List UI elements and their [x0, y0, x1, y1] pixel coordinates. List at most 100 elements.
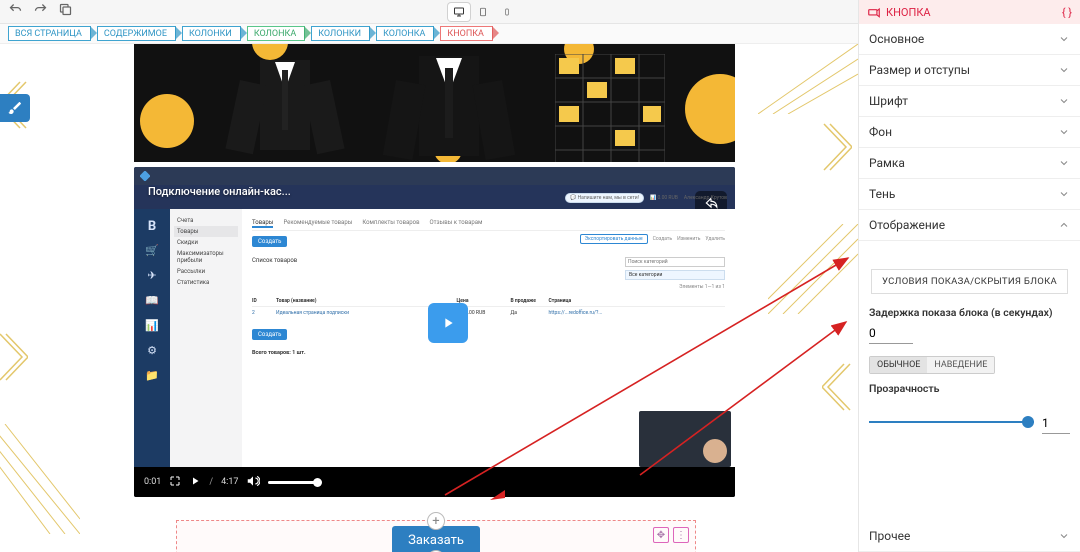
device-phone[interactable]	[496, 3, 518, 21]
crumb-col2[interactable]: КОЛОНКА	[376, 26, 434, 41]
diamond-icon	[140, 171, 150, 181]
crumb-cols1[interactable]: КОЛОНКИ	[182, 26, 241, 41]
side-item[interactable]: Рассылки	[174, 266, 238, 277]
td[interactable]: Идеальная страница подписки	[276, 310, 453, 316]
delay-input[interactable]	[869, 323, 913, 344]
tool-create[interactable]: Создать	[653, 236, 672, 242]
chevron-down-icon	[1058, 95, 1070, 107]
nav-book-icon[interactable]: 📖	[145, 294, 159, 308]
section-font[interactable]: Шрифт	[859, 86, 1080, 117]
properties-panel: КНОПКА { } Основное Размер и отступы Шри…	[858, 0, 1080, 552]
seg-normal[interactable]: ОБЫЧНОЕ	[870, 357, 927, 373]
counter: Элементы 1—1 из 1	[252, 284, 725, 290]
play-button[interactable]	[428, 303, 468, 343]
move-handle-icon[interactable]: ✥	[653, 527, 669, 543]
td: Да	[511, 310, 545, 316]
device-desktop[interactable]	[448, 3, 470, 21]
export-button[interactable]: Экспортировать данные	[580, 234, 648, 244]
section-other[interactable]: Прочее	[859, 521, 1080, 552]
side-item[interactable]: Скидки	[174, 237, 238, 248]
chevron-down-icon	[1058, 126, 1070, 138]
chat-pill[interactable]: 💬 Напишите нам, мы в сети!	[565, 193, 644, 203]
code-icon[interactable]: { }	[1062, 6, 1072, 19]
section-display[interactable]: Отображение	[859, 210, 1080, 241]
fullscreen-icon[interactable]	[169, 475, 181, 490]
video-player: Подключение онлайн-кас... B 🛒 ✈ 📖 📊 ⚙ 📁 …	[134, 167, 735, 497]
device-switcher	[73, 3, 892, 21]
tab[interactable]: Отзывы к товарам	[430, 219, 483, 228]
editor-canvas: Подключение онлайн-кас... B 🛒 ✈ 📖 📊 ⚙ 📁 …	[0, 44, 858, 552]
side-item[interactable]: Максимизаторы прибыли	[174, 248, 238, 266]
undo-icon[interactable]	[8, 2, 23, 21]
tool-delete[interactable]: Удалить	[705, 236, 725, 242]
video-title: Подключение онлайн-кас...	[148, 185, 291, 198]
side-item[interactable]: Товары	[174, 226, 238, 237]
td: 2	[252, 310, 272, 316]
device-tablet[interactable]	[472, 3, 494, 21]
nav-send-icon[interactable]: ✈	[145, 269, 159, 283]
all-categories[interactable]: Все категории	[625, 270, 725, 280]
section-size[interactable]: Размер и отступы	[859, 55, 1080, 86]
nav-gear-icon[interactable]: ⚙	[145, 344, 159, 358]
th: Товар (название)	[276, 298, 453, 304]
tab[interactable]: Товары	[252, 219, 273, 228]
crumb-cols2[interactable]: КОЛОНКИ	[311, 26, 370, 41]
crumb-button[interactable]: КНОПКА	[440, 26, 492, 41]
section-bg[interactable]: Фон	[859, 117, 1080, 148]
crumb-content[interactable]: СОДЕРЖИМОЕ	[97, 26, 176, 41]
tab[interactable]: Рекомендуемые товары	[283, 219, 352, 228]
th: ID	[252, 298, 272, 304]
nav-cart-icon[interactable]: 🛒	[145, 244, 159, 258]
chevron-down-icon	[1058, 64, 1070, 76]
user-name[interactable]: Александр Крутов	[684, 195, 727, 201]
redo-icon[interactable]	[33, 2, 48, 21]
balance: 📊 0.00 RUB	[650, 195, 678, 201]
td[interactable]: https://...redoffice.ru/?...	[549, 310, 726, 316]
side-item[interactable]: Статистика	[174, 277, 238, 288]
add-above-icon[interactable]: +	[427, 512, 445, 530]
list-title: Список товаров	[252, 257, 297, 280]
side-item[interactable]: Счета	[174, 215, 238, 226]
opacity-input[interactable]	[1042, 413, 1070, 434]
seg-hover[interactable]: НАВЕДЕНИЕ	[927, 357, 994, 373]
crumb-col1[interactable]: КОЛОНКА	[247, 26, 305, 41]
volume-slider[interactable]	[268, 481, 318, 484]
copy-icon[interactable]	[58, 2, 73, 21]
nav-logo-icon[interactable]: B	[145, 219, 159, 233]
tool-edit[interactable]: Изменить	[677, 236, 700, 242]
play-icon[interactable]	[189, 475, 201, 490]
main-tabs: Товары Рекомендуемые товары Комплекты то…	[252, 217, 725, 231]
opacity-label: Прозрачность	[869, 382, 1070, 395]
selected-button-frame[interactable]: + Заказать + ✥ ⋮	[176, 520, 696, 552]
tab[interactable]: Комплекты товаров	[362, 219, 419, 228]
section-shadow[interactable]: Тень	[859, 179, 1080, 210]
conditions-button[interactable]: УСЛОВИЯ ПОКАЗА/СКРЫТИЯ БЛОКА	[871, 269, 1068, 294]
presenter-camera	[639, 411, 731, 467]
button-icon	[867, 5, 881, 19]
create-button-2[interactable]: Создать	[252, 329, 287, 340]
panel-title: КНОПКА	[886, 6, 931, 19]
chevron-down-icon	[1058, 530, 1070, 542]
create-button[interactable]: Создать	[252, 236, 287, 247]
app-sidebar: Счета Товары Скидки Максимизаторы прибыл…	[170, 209, 242, 467]
app-nav-rail: B 🛒 ✈ 📖 📊 ⚙ 📁	[134, 209, 170, 467]
total: Всего товаров: 1 шт.	[252, 350, 725, 356]
chevron-down-icon	[1058, 33, 1070, 45]
opacity-slider[interactable]	[869, 421, 1034, 423]
section-main[interactable]: Основное	[859, 24, 1080, 55]
chevron-down-icon	[1058, 157, 1070, 169]
video-browser-tabs	[134, 167, 735, 185]
paint-tool[interactable]	[0, 94, 30, 122]
state-segment[interactable]: ОБЫЧНОЕ НАВЕДЕНИЕ	[869, 356, 995, 374]
hero-banner	[134, 44, 735, 162]
more-icon[interactable]: ⋮	[673, 527, 689, 543]
volume-icon[interactable]	[246, 474, 260, 491]
chevron-up-icon	[1058, 219, 1070, 231]
video-controls: 0:01 / 4:17	[134, 467, 735, 497]
crumb-page[interactable]: ВСЯ СТРАНИЦА	[8, 26, 91, 41]
nav-folder-icon[interactable]: 📁	[145, 369, 159, 383]
nav-chart-icon[interactable]: 📊	[145, 319, 159, 333]
section-border[interactable]: Рамка	[859, 148, 1080, 179]
time-current: 0:01	[144, 477, 161, 487]
search-input[interactable]	[625, 257, 725, 267]
